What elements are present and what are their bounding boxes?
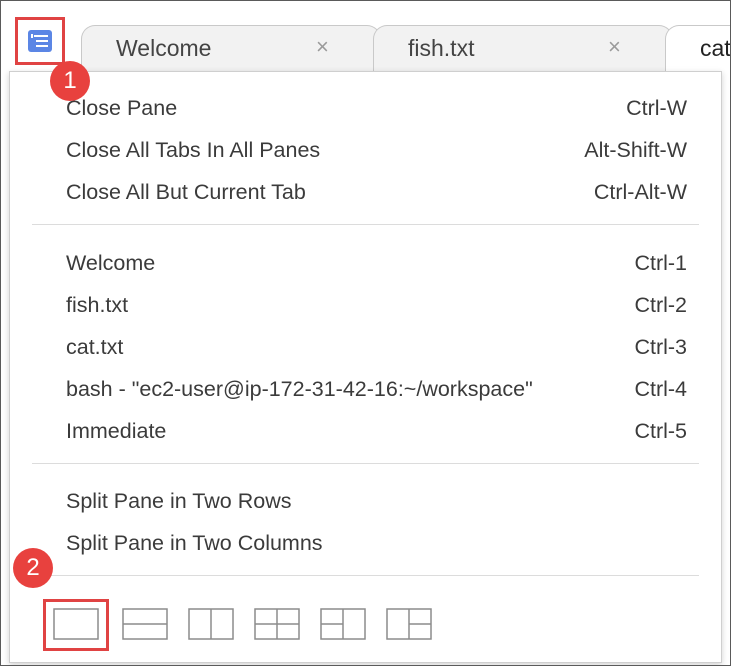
layout-three-panes-left-split-icon[interactable] [320,608,366,640]
menu-item-shortcut: Ctrl-4 [634,377,687,401]
editor-window: Welcome × fish.txt × cat 1 Close Pane Ct… [0,0,731,666]
layout-three-panes-right-split-icon[interactable] [386,608,432,640]
menu-item-split-two-columns[interactable]: Split Pane in Two Columns [10,522,721,564]
menu-item-label: cat.txt [66,335,124,359]
step-badge-1: 1 [50,61,90,101]
menu-item-close-all-but-current[interactable]: Close All But Current Tab Ctrl-Alt-W [10,171,721,213]
tab-welcome-close-icon[interactable]: × [316,34,329,60]
layout-selection-highlight [43,599,109,651]
layout-two-rows-icon[interactable] [122,608,168,640]
menu-item-shortcut: Alt-Shift-W [584,138,687,162]
menu-item-label: Immediate [66,419,167,443]
menu-item-split-two-rows[interactable]: Split Pane in Two Rows [10,480,721,522]
menu-item-shortcut: Ctrl-Alt-W [593,180,687,204]
tab-cat[interactable]: cat [665,25,731,71]
tab-bar: Welcome × fish.txt × cat [1,1,730,71]
menu-item-tab-immediate[interactable]: Immediate Ctrl-5 [10,410,721,452]
menu-item-label: Welcome [66,251,156,275]
menu-item-label: Close Pane [66,96,178,120]
tab-cat-label: cat [700,35,731,61]
tab-welcome[interactable]: Welcome × [81,25,381,71]
menu-divider [32,575,699,576]
menu-item-label: fish.txt [66,293,129,317]
pane-menu-icon [28,30,52,52]
step-badge-2: 2 [13,548,53,588]
menu-item-close-pane[interactable]: Close Pane Ctrl-W [10,87,721,129]
menu-item-shortcut: Ctrl-2 [634,293,687,317]
tab-fish-txt-label: fish.txt [408,35,475,61]
menu-item-label: Split Pane in Two Rows [66,489,292,513]
tab-fish-txt-close-icon[interactable]: × [608,34,621,60]
menu-item-tab-fish-txt[interactable]: fish.txt Ctrl-2 [10,284,721,326]
menu-item-close-all-tabs[interactable]: Close All Tabs In All Panes Alt-Shift-W [10,129,721,171]
menu-item-label: bash - "ec2-user@ip-172-31-42-16:~/works… [66,377,533,401]
tab-fish-txt[interactable]: fish.txt × [373,25,673,71]
menu-item-shortcut: Ctrl-1 [634,251,687,275]
layout-two-columns-icon[interactable] [188,608,234,640]
menu-item-shortcut: Ctrl-3 [634,335,687,359]
menu-item-shortcut: Ctrl-5 [634,419,687,443]
editor-background-strip [722,71,730,665]
menu-divider [32,224,699,225]
menu-item-label: Close All Tabs In All Panes [66,138,321,162]
menu-item-tab-cat-txt[interactable]: cat.txt Ctrl-3 [10,326,721,368]
menu-item-label: Close All But Current Tab [66,180,306,204]
pane-dropdown-menu: Close Pane Ctrl-W Close All Tabs In All … [9,71,722,663]
menu-divider [32,463,699,464]
menu-item-shortcut: Ctrl-W [626,96,687,120]
tab-welcome-label: Welcome [116,35,212,61]
menu-item-label: Split Pane in Two Columns [66,531,323,555]
menu-item-tab-bash[interactable]: bash - "ec2-user@ip-172-31-42-16:~/works… [10,368,721,410]
pane-menu-button[interactable] [15,17,65,65]
layout-grid-four-icon[interactable] [254,608,300,640]
menu-item-tab-welcome[interactable]: Welcome Ctrl-1 [10,242,721,284]
